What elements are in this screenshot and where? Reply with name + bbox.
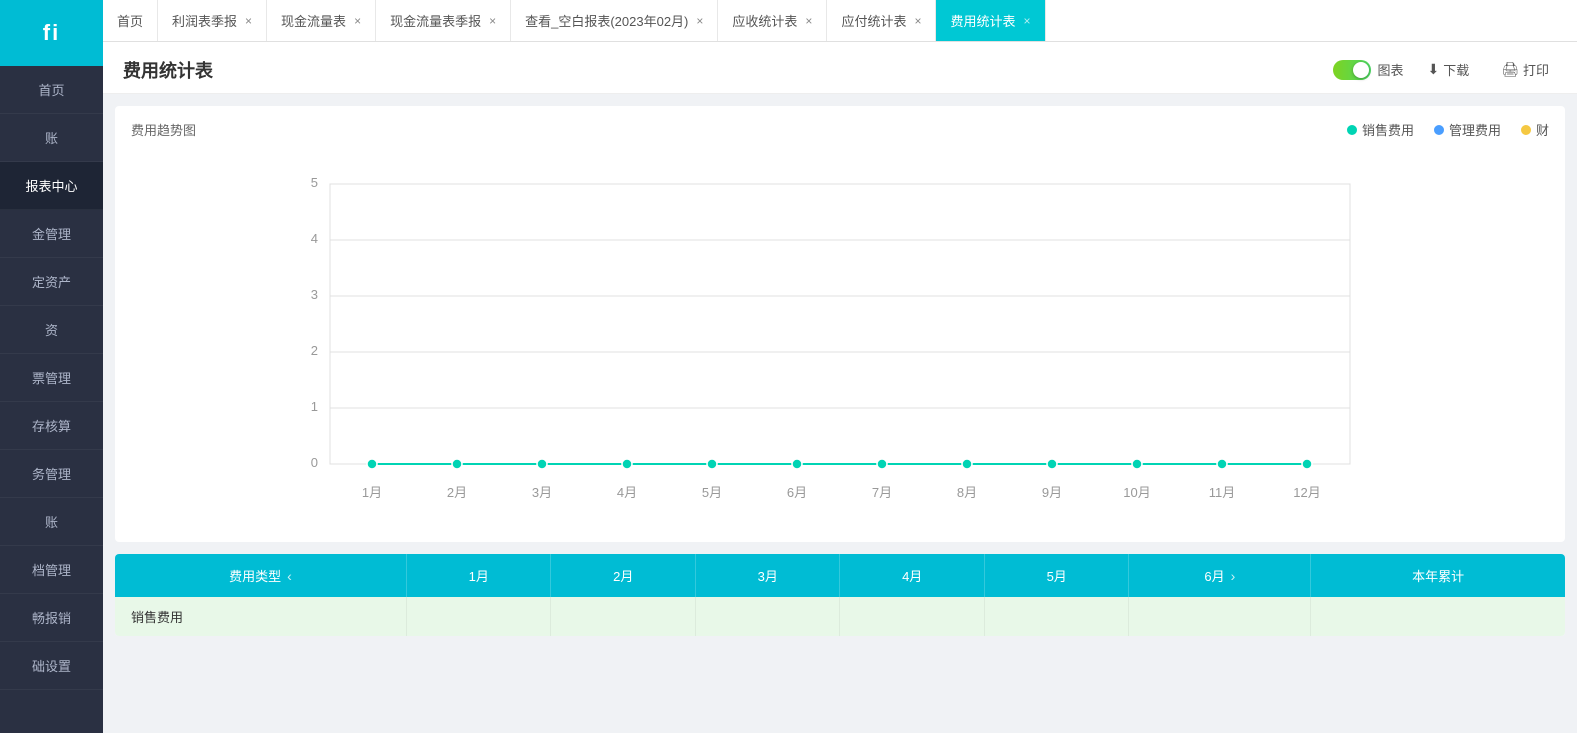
table-section: 费用类型 ‹ 1月 2月 3月 4月 5月 6月 › [115,554,1565,636]
svg-text:4月: 4月 [617,485,637,500]
tab-cashflow[interactable]: 现金流量表 × [267,0,376,42]
col-m6: 6月 › [1129,554,1311,597]
tab-receivable[interactable]: 应收统计表 × [718,0,827,42]
print-icon: 🖨 [1501,61,1519,78]
page-title: 费用统计表 [123,57,213,83]
svg-text:10月: 10月 [1123,485,1150,500]
sidebar-item-account[interactable]: 账 [0,114,103,162]
cell-m1 [407,597,551,636]
svg-text:11月: 11月 [1209,485,1236,500]
svg-text:3: 3 [311,287,318,302]
sidebar-item-file-mgmt[interactable]: 档管理 [0,546,103,594]
tab-profit-report[interactable]: 利润表季报 × [158,0,267,42]
sidebar-item-home[interactable]: 首页 [0,66,103,114]
svg-text:2: 2 [311,343,318,358]
tab-close-receivable[interactable]: × [805,14,812,28]
sidebar-item-base-settings[interactable]: 础设置 [0,642,103,690]
sidebar-item-payable[interactable]: 账 [0,498,103,546]
svg-text:12月: 12月 [1293,485,1320,500]
tab-close-blank-report[interactable]: × [696,14,703,28]
page-header: 费用统计表 图表 ⬇ 下载 🖨 打印 [103,42,1577,94]
cell-m3 [695,597,839,636]
chart-section: 费用趋势图 销售费用 管理费用 财 [115,106,1565,542]
download-button[interactable]: ⬇ 下载 [1419,56,1477,83]
legend-admin: 管理费用 [1434,120,1501,139]
main-area: 首页 利润表季报 × 现金流量表 × 现金流量表季报 × 查看_空白报表(202… [103,0,1577,733]
sidebar-item-report-center[interactable]: 报表中心 [0,162,103,210]
sidebar-item-fixed-assets[interactable]: 定资产 [0,258,103,306]
tab-close-profit-report[interactable]: × [245,14,252,28]
cell-type: 销售费用 [115,597,407,636]
tab-close-expense-stat[interactable]: × [1023,14,1030,28]
sidebar-item-fund-mgmt[interactable]: 金管理 [0,210,103,258]
legend-sales: 销售费用 [1347,120,1414,139]
col-ytd: 本年累计 [1311,554,1565,597]
cell-ytd [1311,597,1565,636]
chart-toggle-label: 图表 [1377,60,1403,79]
cell-m4 [840,597,984,636]
legend-finance: 财 [1521,120,1549,139]
svg-text:7月: 7月 [872,485,892,500]
sidebar-item-biz-mgmt[interactable]: 务管理 [0,450,103,498]
sidebar-item-expense[interactable]: 畅报销 [0,594,103,642]
svg-text:5月: 5月 [702,485,722,500]
prev-month-arrow[interactable]: ‹ [287,568,292,584]
next-month-arrow[interactable]: › [1231,568,1236,584]
tab-blank-report[interactable]: 查看_空白报表(2023年02月) × [511,0,718,42]
col-m2: 2月 [551,554,695,597]
chart-legend: 销售费用 管理费用 财 [1347,120,1549,139]
sidebar-item-inventory[interactable]: 存核算 [0,402,103,450]
tab-expense-stat[interactable]: 费用统计表 × [936,0,1045,42]
expense-table: 费用类型 ‹ 1月 2月 3月 4月 5月 6月 › [115,554,1565,636]
cell-m6 [1129,597,1311,636]
sidebar-logo: fi [0,0,103,66]
sidebar: fi 首页 账 报表中心 金管理 定资产 资 票管理 存核算 务管理 账 档管理… [0,0,103,733]
chart-title: 费用趋势图 [131,120,196,139]
col-m4: 4月 [840,554,984,597]
svg-text:0: 0 [311,455,318,470]
tab-payable-stat[interactable]: 应付统计表 × [827,0,936,42]
svg-text:1: 1 [311,399,318,414]
col-type: 费用类型 ‹ [115,554,407,597]
cell-m2 [551,597,695,636]
content-area: 费用统计表 图表 ⬇ 下载 🖨 打印 费用趋势图 [103,42,1577,733]
svg-text:8月: 8月 [957,485,977,500]
col-m5: 5月 [984,554,1128,597]
col-m1: 1月 [407,554,551,597]
svg-text:5: 5 [311,175,318,190]
tab-close-cashflow[interactable]: × [354,14,361,28]
tab-bar: 首页 利润表季报 × 现金流量表 × 现金流量表季报 × 查看_空白报表(202… [103,0,1577,42]
print-button[interactable]: 🖨 打印 [1493,56,1557,83]
chart-header: 费用趋势图 销售费用 管理费用 财 [131,120,1549,139]
tab-close-cashflow-quarterly[interactable]: × [489,14,496,28]
svg-text:9月: 9月 [1042,485,1062,500]
legend-dot-sales [1347,125,1357,135]
trend-chart: 0 1 2 3 4 5 1月 2月 3月 4月 5月 [131,149,1549,519]
header-actions: 图表 ⬇ 下载 🖨 打印 [1333,56,1557,83]
download-icon: ⬇ [1427,61,1439,78]
svg-text:1月: 1月 [362,485,382,500]
cell-m5 [984,597,1128,636]
svg-text:3月: 3月 [532,485,552,500]
chart-toggle-wrapper: 图表 [1333,60,1403,80]
legend-dot-admin [1434,125,1444,135]
tab-home[interactable]: 首页 [103,0,158,42]
svg-text:2月: 2月 [447,485,467,500]
sidebar-item-salary[interactable]: 资 [0,306,103,354]
svg-text:6月: 6月 [787,485,807,500]
legend-dot-finance [1521,125,1531,135]
tab-close-payable-stat[interactable]: × [914,14,921,28]
table-row: 销售费用 [115,597,1565,636]
tab-cashflow-quarterly[interactable]: 现金流量表季报 × [376,0,511,42]
sidebar-item-invoice-mgmt[interactable]: 票管理 [0,354,103,402]
svg-text:4: 4 [311,231,318,246]
chart-toggle[interactable] [1333,60,1371,80]
col-m3: 3月 [695,554,839,597]
